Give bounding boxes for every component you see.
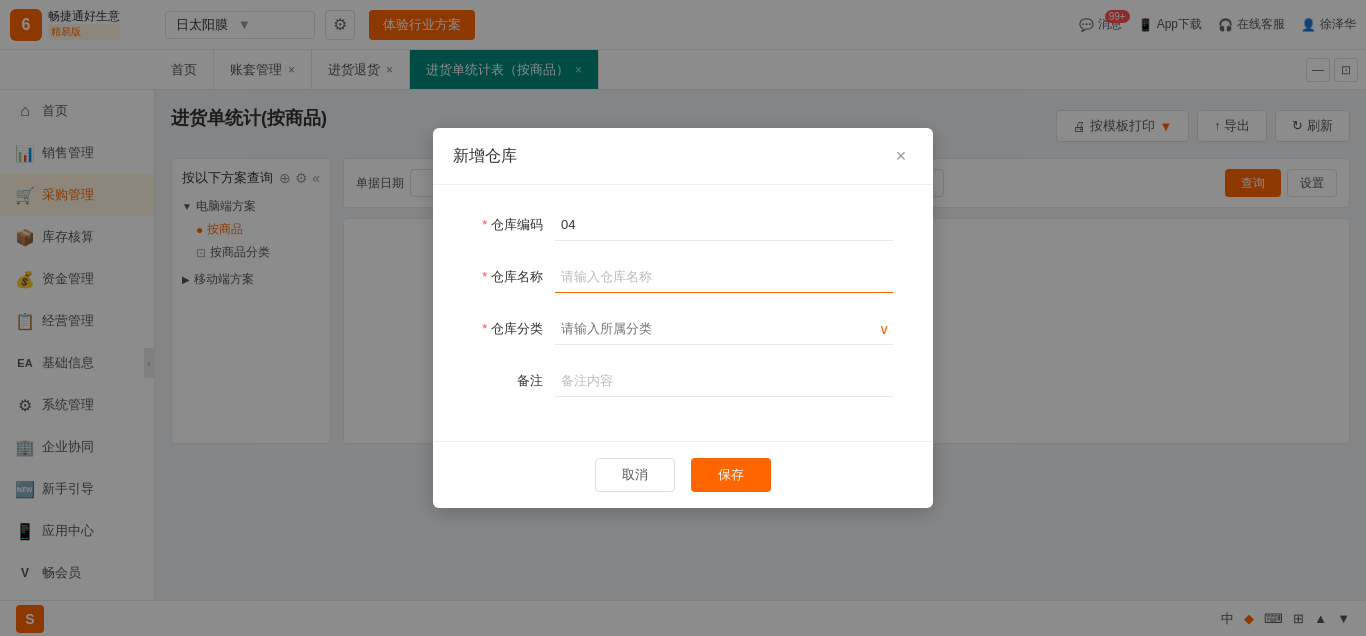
cancel-button[interactable]: 取消: [595, 458, 675, 492]
code-label: 仓库编码: [473, 216, 543, 234]
modal-title: 新增仓库: [453, 146, 517, 167]
modal-overlay: 新增仓库 × 仓库编码 仓库名称 仓库分类: [0, 0, 1366, 636]
add-warehouse-modal: 新增仓库 × 仓库编码 仓库名称 仓库分类: [433, 128, 933, 508]
form-row-name: 仓库名称: [473, 261, 893, 293]
name-label: 仓库名称: [473, 268, 543, 286]
save-button[interactable]: 保存: [691, 458, 771, 492]
form-row-category: 仓库分类 ∨: [473, 313, 893, 345]
note-input[interactable]: [555, 365, 893, 397]
form-row-note: 备注: [473, 365, 893, 397]
category-label: 仓库分类: [473, 320, 543, 338]
name-input[interactable]: [555, 261, 893, 293]
modal-body: 仓库编码 仓库名称 仓库分类 ∨: [433, 185, 933, 441]
note-label: 备注: [473, 372, 543, 390]
modal-header: 新增仓库 ×: [433, 128, 933, 185]
form-row-code: 仓库编码: [473, 209, 893, 241]
code-input[interactable]: [555, 209, 893, 241]
category-select-row: ∨: [555, 313, 893, 345]
modal-close-button[interactable]: ×: [889, 144, 913, 168]
category-input[interactable]: [555, 313, 893, 345]
modal-footer: 取消 保存: [433, 441, 933, 508]
